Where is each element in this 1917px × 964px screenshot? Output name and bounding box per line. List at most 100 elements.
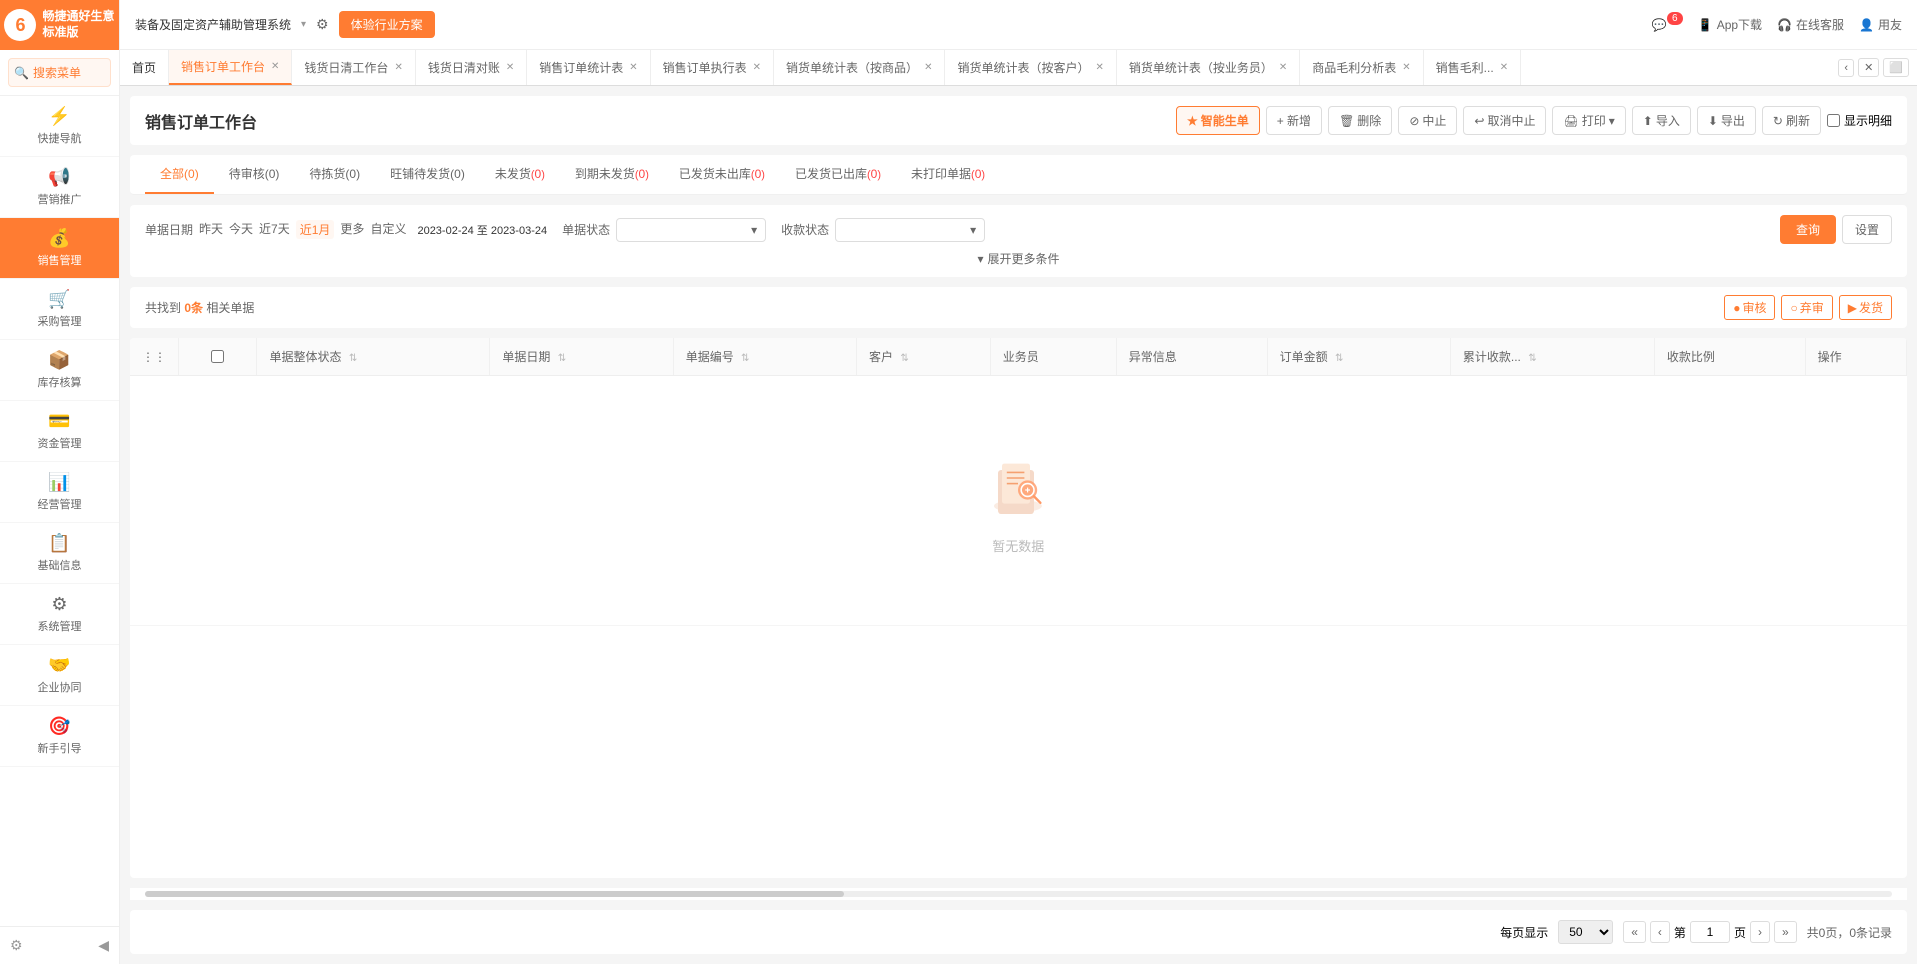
sidebar-item-quick-nav[interactable]: ⚡ 快捷导航: [0, 96, 119, 157]
tab-prev-button[interactable]: ‹: [1838, 59, 1854, 77]
system-dropdown-icon[interactable]: ▾: [301, 19, 306, 30]
shortcut-1month[interactable]: 近1月: [296, 220, 335, 239]
tab-sales-customer[interactable]: 销货单统计表（按客户） ✕: [945, 50, 1116, 85]
tab-close-all-button[interactable]: ✕: [1858, 58, 1879, 77]
shortcut-yesterday[interactable]: 昨天: [199, 220, 223, 239]
tab-close-margin[interactable]: ✕: [1402, 62, 1410, 73]
cancel-stop-button[interactable]: ↩ 取消中止: [1463, 106, 1546, 135]
th-abnormal[interactable]: 异常信息: [1116, 338, 1267, 376]
tab-sales-product[interactable]: 销货单统计表（按商品） ✕: [774, 50, 945, 85]
stop-button[interactable]: ⊘ 中止: [1398, 106, 1457, 135]
sub-tab-all[interactable]: 全部(0): [145, 155, 214, 194]
sidebar-item-basic[interactable]: 📋 基础信息: [0, 523, 119, 584]
select-all-checkbox[interactable]: [211, 350, 224, 363]
refresh-button[interactable]: ↻ 刷新: [1762, 106, 1821, 135]
tab-maximize-button[interactable]: ⬜: [1883, 58, 1909, 77]
settings-bottom-icon[interactable]: ⚙: [10, 937, 23, 954]
sidebar-item-sales[interactable]: 💰 销售管理: [0, 218, 119, 279]
sort-customer-icon: ⇅: [900, 353, 908, 364]
online-service-button[interactable]: 🎧 在线客服: [1777, 16, 1844, 33]
smart-create-button[interactable]: ★ 智能生单: [1176, 106, 1260, 135]
pagination-nav: « ‹ 第 页 › »: [1623, 921, 1796, 943]
unreview-action-button[interactable]: ○ 弃审: [1781, 295, 1832, 320]
tab-sales-stats[interactable]: 销售订单统计表 ✕: [527, 50, 650, 85]
per-page-select[interactable]: 20 50 100: [1558, 920, 1613, 944]
scrollbar-track[interactable]: [145, 891, 1892, 897]
ship-action-button[interactable]: ▶ 发货: [1839, 295, 1892, 320]
shortcut-today[interactable]: 今天: [229, 220, 253, 239]
industry-solution-button[interactable]: 体验行业方案: [339, 11, 435, 38]
sub-tab-shipped-not-out[interactable]: 已发货未出库(0): [664, 155, 780, 194]
th-staff[interactable]: 业务员: [990, 338, 1116, 376]
tab-close-sales-exec[interactable]: ✕: [753, 62, 761, 73]
filter-area: 单据日期 昨天 今天 近7天 近1月 更多 自定义 2023-02-24 至 2…: [130, 205, 1907, 277]
collapse-sidebar-button[interactable]: ◀: [98, 937, 109, 954]
message-button[interactable]: 💬 6: [1652, 18, 1683, 32]
sub-tab-wangpu[interactable]: 旺铺待发货(0): [375, 155, 480, 194]
status-select[interactable]: ▾: [616, 218, 766, 242]
tab-cash-daily[interactable]: 钱货日清工作台 ✕: [292, 50, 415, 85]
payment-select[interactable]: ▾: [835, 218, 985, 242]
th-date[interactable]: 单据日期 ⇅: [490, 338, 673, 376]
tab-close-sales-customer[interactable]: ✕: [1095, 62, 1103, 73]
sidebar-item-operation[interactable]: 📊 经营管理: [0, 462, 119, 523]
query-button[interactable]: 查询: [1780, 215, 1836, 244]
expand-more-button[interactable]: ▾ 展开更多条件: [977, 250, 1059, 267]
tab-cash-reconcile[interactable]: 钱货日清对账 ✕: [416, 50, 527, 85]
tab-close-sales-staff[interactable]: ✕: [1279, 62, 1287, 73]
sub-tab-not-shipped[interactable]: 未发货(0): [480, 155, 560, 194]
sidebar-item-system[interactable]: ⚙ 系统管理: [0, 584, 119, 645]
tab-close-sales-stats[interactable]: ✕: [629, 62, 637, 73]
shortcut-7days[interactable]: 近7天: [259, 220, 290, 239]
shortcut-custom[interactable]: 自定义: [370, 220, 406, 239]
search-menu-button[interactable]: 🔍 搜索菜单: [8, 58, 111, 87]
sidebar-item-marketing[interactable]: 📢 营销推广: [0, 157, 119, 218]
print-button[interactable]: 🖨 打印 ▾: [1552, 106, 1625, 135]
sub-tab-pending-pickup[interactable]: 待拣货(0): [294, 155, 375, 194]
settings-query-button[interactable]: 设置: [1842, 215, 1892, 244]
th-status[interactable]: 单据整体状态 ⇅: [257, 338, 490, 376]
sub-tab-not-printed[interactable]: 未打印单据(0): [896, 155, 1000, 194]
import-button[interactable]: ⬆ 导入: [1632, 106, 1691, 135]
sidebar-item-enterprise[interactable]: 🤝 企业协同: [0, 645, 119, 706]
add-button[interactable]: + 新增: [1266, 106, 1322, 135]
tab-sales-more[interactable]: 销售毛利... ✕: [1424, 50, 1521, 85]
tab-close-sales-order[interactable]: ✕: [271, 61, 279, 72]
app-download-button[interactable]: 📱 App下载: [1698, 16, 1762, 33]
review-action-button[interactable]: ● 审核: [1724, 295, 1775, 320]
tab-close-cash-daily[interactable]: ✕: [394, 62, 402, 73]
tab-close-cash-reconcile[interactable]: ✕: [506, 62, 514, 73]
tab-sales-order[interactable]: 销售订单工作台 ✕: [169, 50, 292, 85]
th-customer[interactable]: 客户 ⇅: [857, 338, 991, 376]
sidebar-item-finance[interactable]: 💳 资金管理: [0, 401, 119, 462]
sidebar-item-guide[interactable]: 🎯 新手引导: [0, 706, 119, 767]
app-icon: 📱: [1698, 18, 1713, 32]
scrollbar-thumb[interactable]: [145, 891, 844, 897]
delete-button[interactable]: 🗑 删除: [1328, 106, 1392, 135]
tab-margin[interactable]: 商品毛利分析表 ✕: [1300, 50, 1423, 85]
sub-tab-pending-review[interactable]: 待审核(0): [214, 155, 295, 194]
first-page-button[interactable]: «: [1623, 921, 1646, 943]
show-detail-checkbox[interactable]: [1827, 114, 1840, 127]
tab-close-sales-more[interactable]: ✕: [1500, 62, 1508, 73]
sidebar-item-inventory[interactable]: 📦 库存核算: [0, 340, 119, 401]
th-amount[interactable]: 订单金额 ⇅: [1267, 338, 1450, 376]
tab-sales-staff[interactable]: 销货单统计表（按业务员） ✕: [1117, 50, 1300, 85]
export-button[interactable]: ⬇ 导出: [1697, 106, 1756, 135]
shortcut-more[interactable]: 更多: [340, 220, 364, 239]
user-menu-button[interactable]: 👤 用友: [1859, 16, 1902, 33]
header-settings-icon[interactable]: ⚙: [316, 16, 329, 33]
sub-tab-shipped-out[interactable]: 已发货已出库(0): [780, 155, 896, 194]
last-page-button[interactable]: »: [1774, 921, 1797, 943]
next-page-button[interactable]: ›: [1750, 921, 1770, 943]
sub-tab-expired-unship[interactable]: 到期未发货(0): [560, 155, 664, 194]
refresh-icon: ↻: [1773, 114, 1783, 128]
tab-home[interactable]: 首页: [120, 50, 169, 85]
page-input[interactable]: [1690, 921, 1730, 943]
th-collected[interactable]: 累计收款... ⇅: [1450, 338, 1654, 376]
tab-sales-exec[interactable]: 销售订单执行表 ✕: [651, 50, 774, 85]
prev-page-button[interactable]: ‹: [1650, 921, 1670, 943]
tab-close-sales-product[interactable]: ✕: [924, 62, 932, 73]
sidebar-item-purchase[interactable]: 🛒 采购管理: [0, 279, 119, 340]
th-number[interactable]: 单据编号 ⇅: [673, 338, 856, 376]
